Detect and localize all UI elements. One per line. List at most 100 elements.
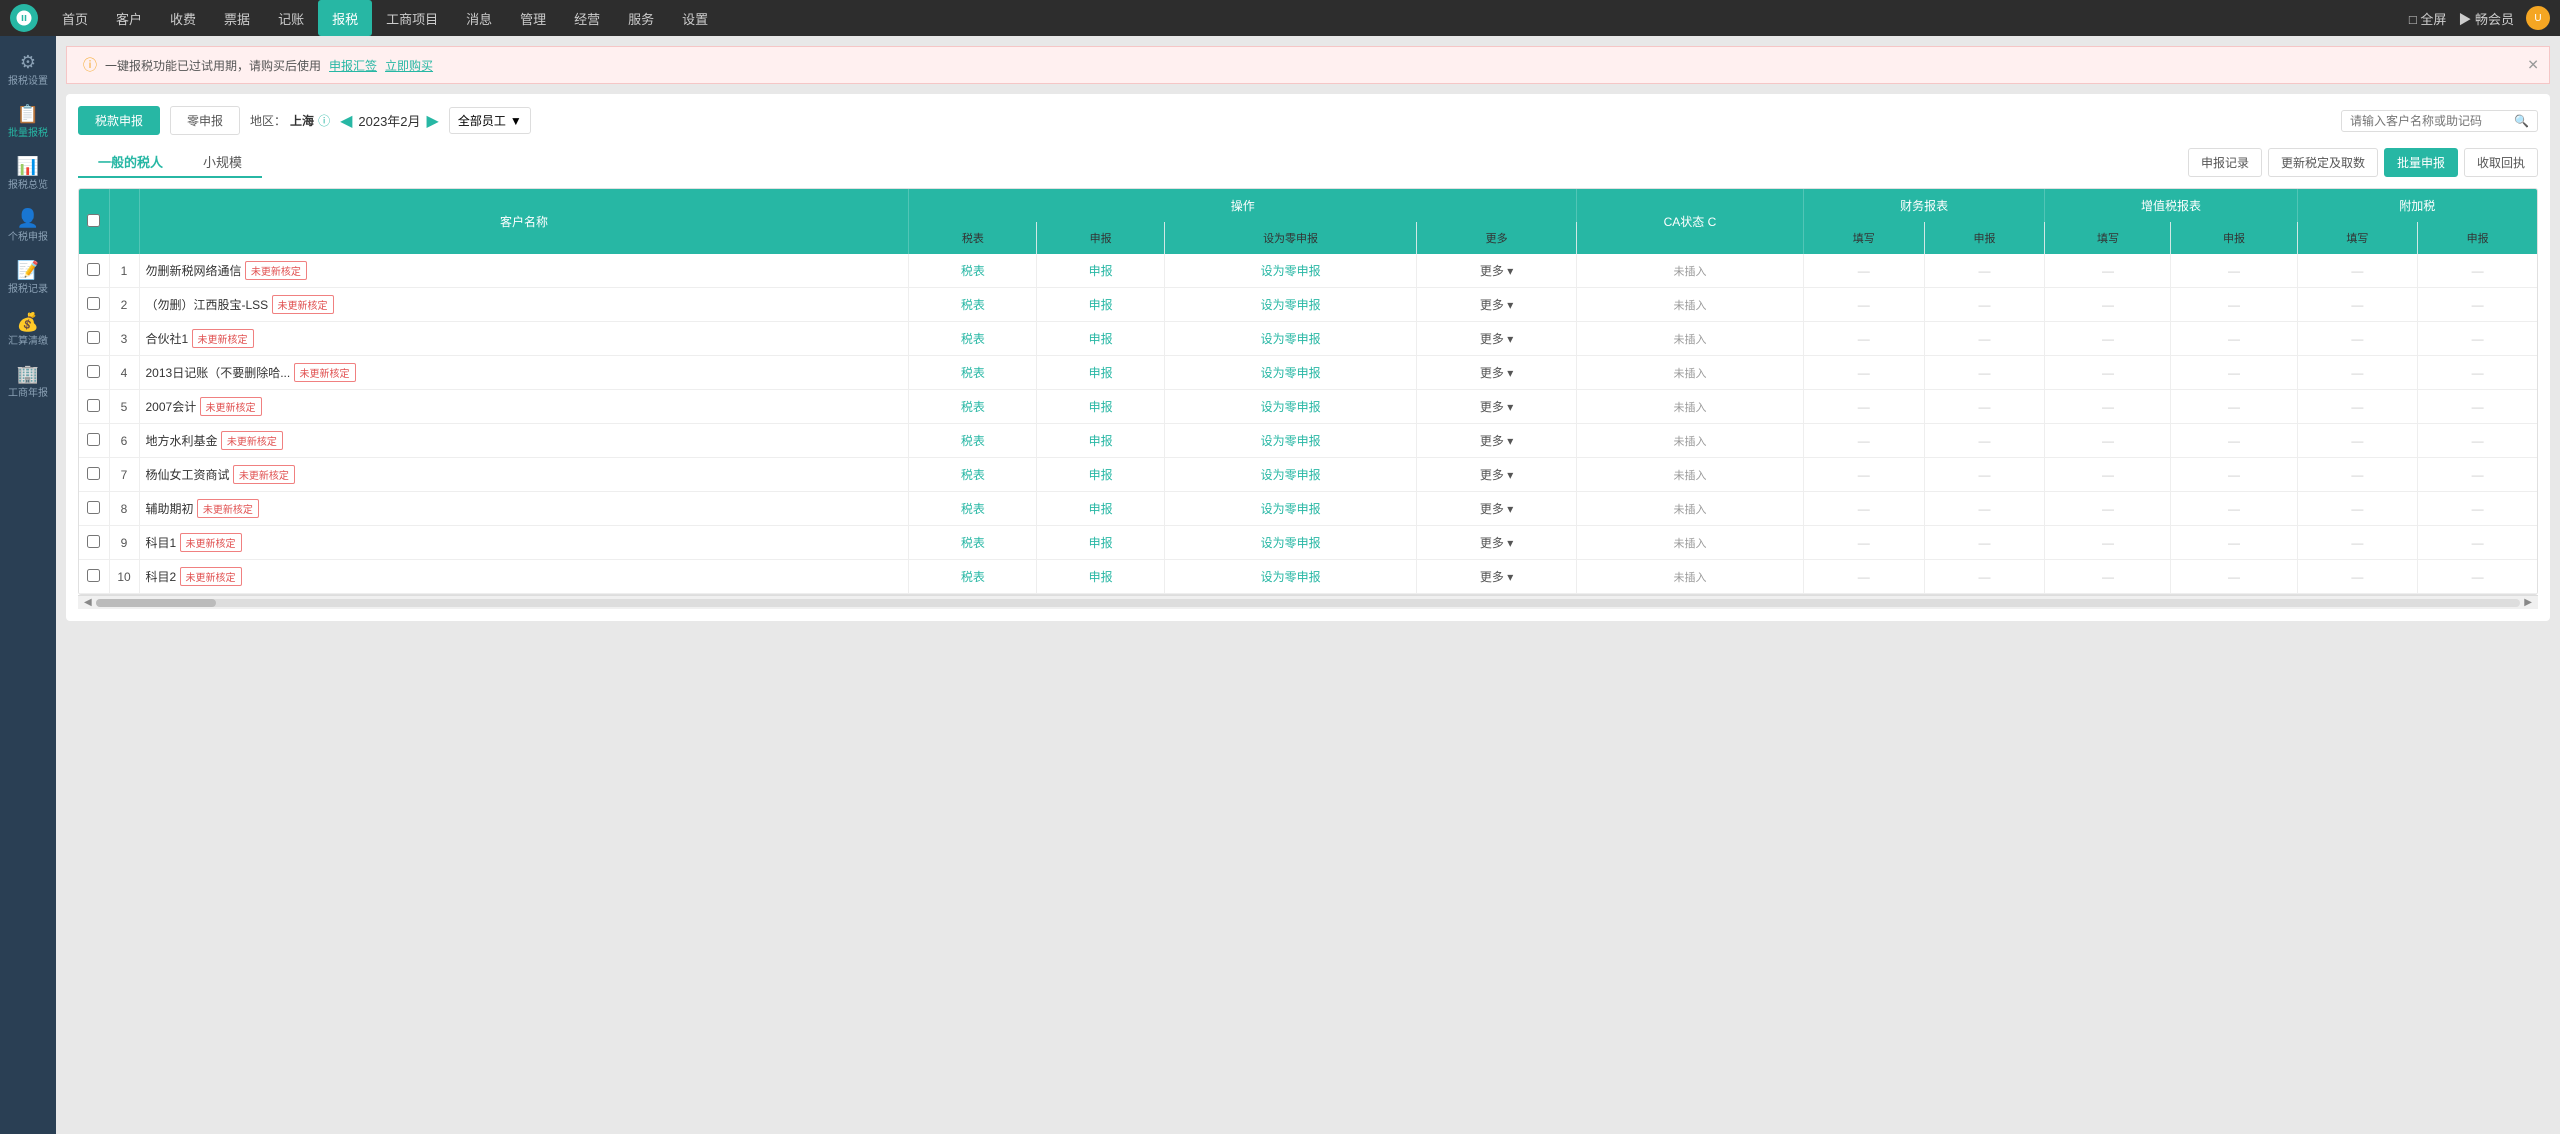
op-zero-link[interactable]: 设为零申报 — [1261, 366, 1321, 380]
banner-link1[interactable]: 申报汇签 — [329, 57, 377, 74]
op-declare-link[interactable]: 申报 — [1089, 264, 1113, 278]
op-declare-link[interactable]: 申报 — [1089, 366, 1113, 380]
op-more-link[interactable]: 更多 ▾ — [1480, 502, 1513, 516]
row-checkbox[interactable] — [87, 467, 100, 480]
op-more-link[interactable]: 更多 ▾ — [1480, 570, 1513, 584]
sidebar-item-batch-tax[interactable]: 📋 批量报税 — [0, 96, 56, 148]
status-badge[interactable]: 未更新核定 — [180, 567, 242, 586]
scroll-left-btn[interactable]: ◀ — [80, 597, 96, 608]
row-checkbox[interactable] — [87, 399, 100, 412]
row-checkbox[interactable] — [87, 297, 100, 310]
declare-record-btn[interactable]: 申报记录 — [2188, 148, 2262, 177]
op-taxform-link[interactable]: 税表 — [961, 264, 985, 278]
sidebar-item-settlement[interactable]: 💰 汇算清缴 — [0, 304, 56, 356]
nav-manage[interactable]: 管理 — [506, 0, 560, 36]
op-more-link[interactable]: 更多 ▾ — [1480, 434, 1513, 448]
select-all-checkbox[interactable] — [87, 214, 100, 227]
op-declare-link[interactable]: 申报 — [1089, 434, 1113, 448]
op-zero-link[interactable]: 设为零申报 — [1261, 434, 1321, 448]
sidebar-item-overview[interactable]: 📊 报税总览 — [0, 148, 56, 200]
scroll-track[interactable] — [96, 599, 2521, 607]
op-taxform-link[interactable]: 税表 — [961, 502, 985, 516]
op-zero-link[interactable]: 设为零申报 — [1261, 332, 1321, 346]
op-zero-link[interactable]: 设为零申报 — [1261, 536, 1321, 550]
nav-biz[interactable]: 工商项目 — [372, 0, 452, 36]
row-checkbox[interactable] — [87, 569, 100, 582]
search-input[interactable] — [2350, 114, 2510, 128]
app-logo[interactable] — [10, 4, 38, 32]
date-next-btn[interactable]: ▶ — [427, 111, 439, 131]
nav-invoice[interactable]: 票据 — [210, 0, 264, 36]
date-prev-btn[interactable]: ◀ — [340, 111, 352, 131]
row-checkbox[interactable] — [87, 535, 100, 548]
sub-tab-small[interactable]: 小规模 — [183, 147, 262, 178]
op-zero-link[interactable]: 设为零申报 — [1261, 298, 1321, 312]
nav-operation[interactable]: 经营 — [560, 0, 614, 36]
op-zero-link[interactable]: 设为零申报 — [1261, 468, 1321, 482]
op-declare-link[interactable]: 申报 — [1089, 298, 1113, 312]
op-declare-link[interactable]: 申报 — [1089, 468, 1113, 482]
staff-selector[interactable]: 全部员工 ▼ — [449, 107, 531, 134]
op-more-link[interactable]: 更多 ▾ — [1480, 366, 1513, 380]
status-badge[interactable]: 未更新核定 — [272, 295, 334, 314]
scroll-thumb[interactable] — [96, 599, 216, 607]
status-badge[interactable]: 未更新核定 — [200, 397, 262, 416]
op-more-link[interactable]: 更多 ▾ — [1480, 400, 1513, 414]
fullscreen-btn[interactable]: □ 全屏 — [2409, 9, 2446, 28]
sub-tab-general[interactable]: 一般的税人 — [78, 147, 183, 178]
status-badge[interactable]: 未更新核定 — [221, 431, 283, 450]
nav-billing[interactable]: 收费 — [156, 0, 210, 36]
retrieve-btn[interactable]: 收取回执 — [2464, 148, 2538, 177]
row-checkbox[interactable] — [87, 501, 100, 514]
sidebar-item-biz-report[interactable]: 🏢 工商年报 — [0, 356, 56, 408]
op-zero-link[interactable]: 设为零申报 — [1261, 502, 1321, 516]
row-checkbox[interactable] — [87, 263, 100, 276]
scroll-right-btn[interactable]: ▶ — [2520, 597, 2536, 608]
sidebar-item-tax-settings[interactable]: ⚙ 报税设置 — [0, 44, 56, 96]
op-taxform-link[interactable]: 税表 — [961, 434, 985, 448]
op-zero-link[interactable]: 设为零申报 — [1261, 570, 1321, 584]
nav-accounting[interactable]: 记账 — [264, 0, 318, 36]
row-checkbox[interactable] — [87, 331, 100, 344]
update-tax-btn[interactable]: 更新税定及取数 — [2268, 148, 2378, 177]
op-more-link[interactable]: 更多 ▾ — [1480, 264, 1513, 278]
op-taxform-link[interactable]: 税表 — [961, 366, 985, 380]
nav-client[interactable]: 客户 — [102, 0, 156, 36]
status-badge[interactable]: 未更新核定 — [180, 533, 242, 552]
batch-declare-btn[interactable]: 批量申报 — [2384, 148, 2458, 177]
location-info-icon[interactable]: ⓘ — [318, 112, 330, 129]
op-taxform-link[interactable]: 税表 — [961, 298, 985, 312]
vip-btn[interactable]: ▶ 畅会员 — [2458, 9, 2514, 28]
status-badge[interactable]: 未更新核定 — [233, 465, 295, 484]
op-more-link[interactable]: 更多 ▾ — [1480, 332, 1513, 346]
op-zero-link[interactable]: 设为零申报 — [1261, 264, 1321, 278]
sidebar-item-personal-tax[interactable]: 👤 个税申报 — [0, 200, 56, 252]
op-taxform-link[interactable]: 税表 — [961, 468, 985, 482]
status-badge[interactable]: 未更新核定 — [197, 499, 259, 518]
nav-message[interactable]: 消息 — [452, 0, 506, 36]
op-declare-link[interactable]: 申报 — [1089, 332, 1113, 346]
status-badge[interactable]: 未更新核定 — [245, 261, 307, 280]
banner-close-btn[interactable]: ✕ — [2527, 57, 2539, 74]
nav-tax[interactable]: 报税 — [318, 0, 372, 36]
nav-service[interactable]: 服务 — [614, 0, 668, 36]
op-more-link[interactable]: 更多 ▾ — [1480, 536, 1513, 550]
search-icon[interactable]: 🔍 — [2514, 114, 2529, 128]
nav-home[interactable]: 首页 — [48, 0, 102, 36]
row-checkbox[interactable] — [87, 365, 100, 378]
op-zero-link[interactable]: 设为零申报 — [1261, 400, 1321, 414]
op-declare-link[interactable]: 申报 — [1089, 570, 1113, 584]
op-declare-link[interactable]: 申报 — [1089, 502, 1113, 516]
user-avatar[interactable]: U — [2526, 6, 2550, 30]
op-declare-link[interactable]: 申报 — [1089, 400, 1113, 414]
tab-tax-declare[interactable]: 税款申报 — [78, 106, 160, 135]
op-more-link[interactable]: 更多 ▾ — [1480, 298, 1513, 312]
tab-zero-declare[interactable]: 零申报 — [170, 106, 240, 135]
banner-link2[interactable]: 立即购买 — [385, 57, 433, 74]
row-checkbox[interactable] — [87, 433, 100, 446]
op-more-link[interactable]: 更多 ▾ — [1480, 468, 1513, 482]
nav-settings[interactable]: 设置 — [668, 0, 722, 36]
op-taxform-link[interactable]: 税表 — [961, 400, 985, 414]
sidebar-item-tax-record[interactable]: 📝 报税记录 — [0, 252, 56, 304]
op-taxform-link[interactable]: 税表 — [961, 570, 985, 584]
